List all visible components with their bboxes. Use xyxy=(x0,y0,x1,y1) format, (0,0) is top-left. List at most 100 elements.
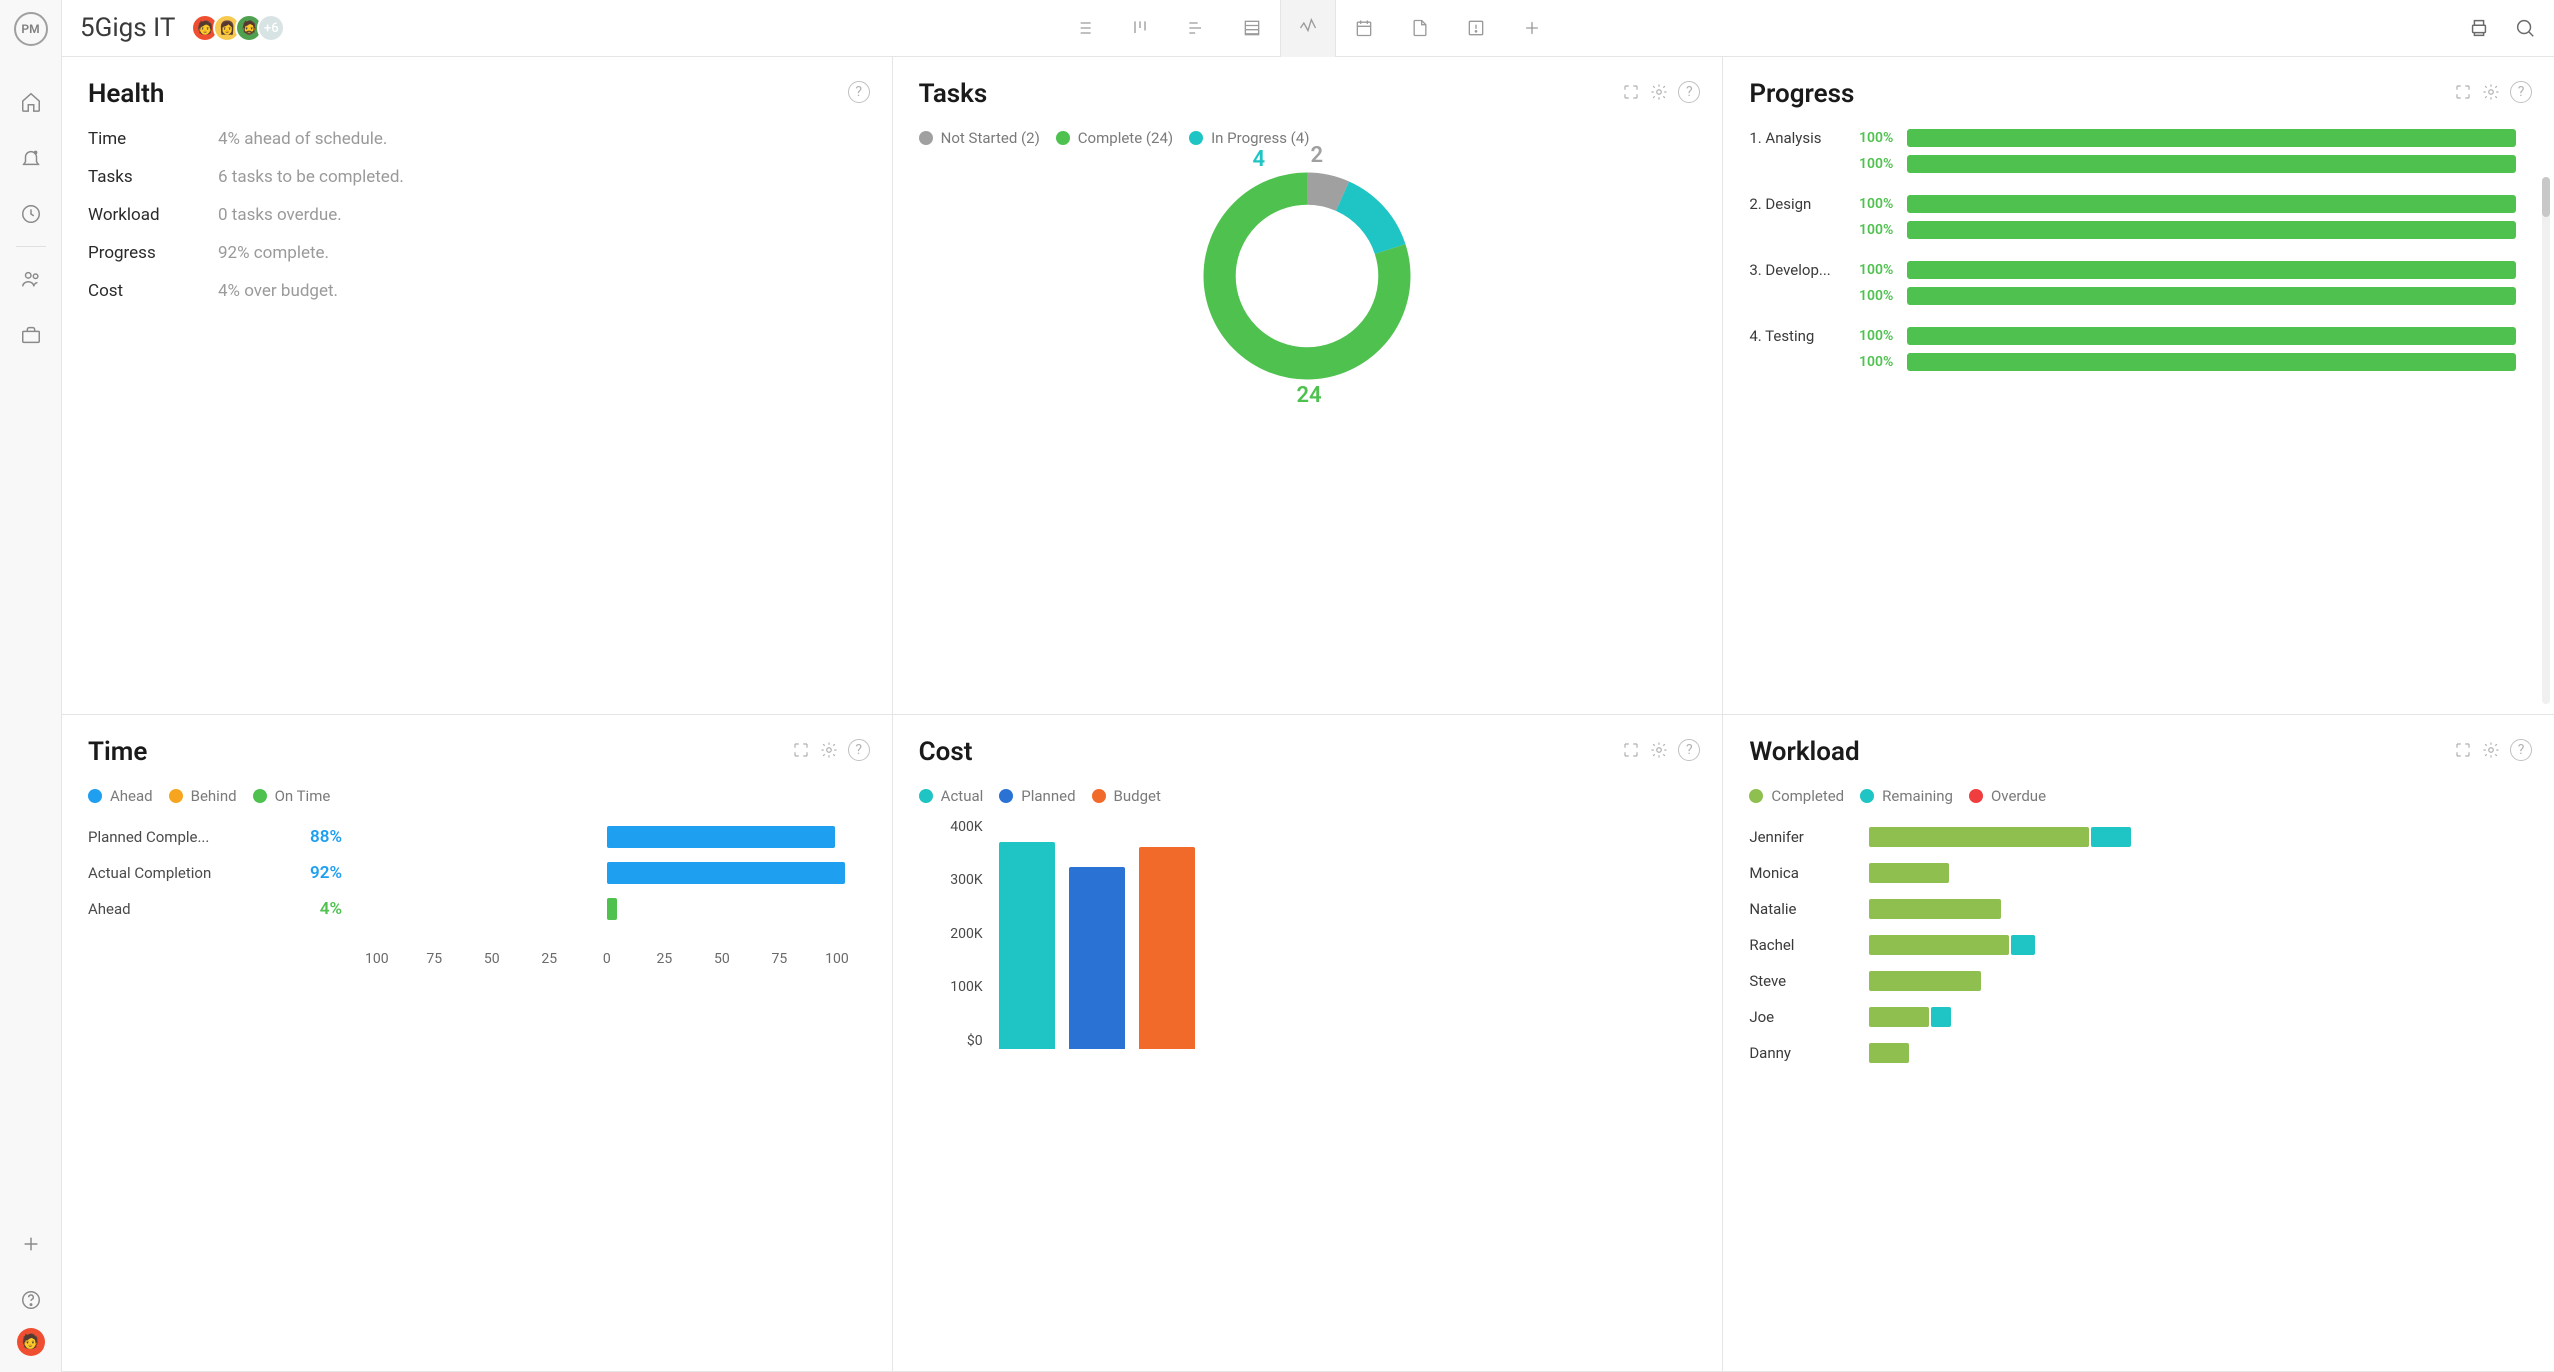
tab-add[interactable] xyxy=(1504,0,1560,57)
tab-dashboard[interactable] xyxy=(1280,0,1336,57)
donut-value: 2 xyxy=(1310,143,1323,168)
workload-row: Natalie xyxy=(1749,891,2528,927)
user-avatar[interactable]: 🧑 xyxy=(17,1328,45,1356)
scrollbar[interactable] xyxy=(2542,177,2550,704)
card-title: Health xyxy=(88,79,866,109)
card-health: Health ? Time4% ahead of schedule.Tasks6… xyxy=(62,57,893,715)
workload-row: Steve xyxy=(1749,963,2528,999)
progress-row: 100% xyxy=(1749,353,2516,371)
health-value: 6 tasks to be completed. xyxy=(218,167,866,187)
time-row: Planned Comple...88% xyxy=(88,819,866,855)
workload-row: Joe xyxy=(1749,999,2528,1035)
card-progress: Progress ? 1. Analysis100% 100% 2. Design1… xyxy=(1723,57,2554,715)
help-icon[interactable]: ? xyxy=(848,739,870,761)
legend-item: Actual xyxy=(919,787,984,805)
legend-item: Overdue xyxy=(1969,787,2046,805)
card-title: Tasks xyxy=(919,79,1697,109)
health-label: Progress xyxy=(88,243,218,263)
tasks-donut: 2424 xyxy=(1192,161,1422,391)
legend-item: Ahead xyxy=(88,787,153,805)
progress-row: 100% xyxy=(1749,221,2516,239)
progress-row: 100% xyxy=(1749,155,2516,173)
workload-row: Jennifer xyxy=(1749,819,2528,855)
tab-list[interactable] xyxy=(1056,0,1112,57)
tab-gantt[interactable] xyxy=(1168,0,1224,57)
view-tabs xyxy=(1056,0,1560,57)
sidebar: PM 🧑 xyxy=(0,0,62,1372)
print-icon[interactable] xyxy=(2468,17,2490,39)
workload-row: Rachel xyxy=(1749,927,2528,963)
help-icon[interactable] xyxy=(0,1272,62,1328)
app-logo[interactable]: PM xyxy=(14,12,48,46)
progress-row: 4. Testing100% xyxy=(1749,327,2516,345)
card-title: Time xyxy=(88,737,866,767)
card-tasks: Tasks ? Not Started (2) Complete (24) In P… xyxy=(893,57,1724,715)
legend-item: Completed xyxy=(1749,787,1844,805)
health-value: 92% complete. xyxy=(218,243,866,263)
card-workload: Workload ? Completed Remaining Overdue Jen… xyxy=(1723,715,2554,1372)
gear-icon[interactable] xyxy=(2482,741,2500,759)
help-icon[interactable]: ? xyxy=(848,81,870,103)
project-title: 5Gigs IT xyxy=(80,13,175,43)
card-cost: Cost ? ActualPlannedBudget 400K300K200K1… xyxy=(893,715,1724,1372)
time-row: Ahead4% xyxy=(88,891,866,927)
help-icon[interactable]: ? xyxy=(1678,81,1700,103)
recent-icon[interactable] xyxy=(0,186,62,242)
legend-item: Remaining xyxy=(1860,787,1953,805)
time-row: Actual Completion92% xyxy=(88,855,866,891)
legend-item: Budget xyxy=(1092,787,1161,805)
expand-icon[interactable] xyxy=(1622,741,1640,759)
progress-row: 3. Develop...100% xyxy=(1749,261,2516,279)
add-icon[interactable] xyxy=(0,1216,62,1272)
health-label: Time xyxy=(88,129,218,149)
tab-sheet[interactable] xyxy=(1224,0,1280,57)
help-icon[interactable]: ? xyxy=(2510,81,2532,103)
card-title: Cost xyxy=(919,737,1697,767)
help-icon[interactable]: ? xyxy=(2510,739,2532,761)
notifications-icon[interactable] xyxy=(0,130,62,186)
health-value: 4% over budget. xyxy=(218,281,866,301)
tab-board[interactable] xyxy=(1112,0,1168,57)
card-time: Time ? AheadBehindOn Time Planned Comple… xyxy=(62,715,893,1372)
legend-item: On Time xyxy=(253,787,331,805)
gear-icon[interactable] xyxy=(1650,741,1668,759)
home-icon[interactable] xyxy=(0,74,62,130)
cost-bar xyxy=(1069,867,1125,1048)
tab-risks[interactable] xyxy=(1448,0,1504,57)
portfolio-icon[interactable] xyxy=(0,307,62,363)
health-label: Workload xyxy=(88,205,218,225)
dashboard: Health ? Time4% ahead of schedule.Tasks6… xyxy=(62,57,2554,1372)
tab-calendar[interactable] xyxy=(1336,0,1392,57)
legend-item: In Progress (4) xyxy=(1189,129,1309,147)
tab-files[interactable] xyxy=(1392,0,1448,57)
help-icon[interactable]: ? xyxy=(1678,739,1700,761)
cost-bar xyxy=(1139,847,1195,1048)
expand-icon[interactable] xyxy=(1622,83,1640,101)
health-value: 4% ahead of schedule. xyxy=(218,129,866,149)
legend-item: Not Started (2) xyxy=(919,129,1040,147)
progress-row: 1. Analysis100% xyxy=(1749,129,2516,147)
card-title: Progress xyxy=(1749,79,2528,109)
team-icon[interactable] xyxy=(0,251,62,307)
progress-row: 100% xyxy=(1749,287,2516,305)
search-icon[interactable] xyxy=(2514,17,2536,39)
gear-icon[interactable] xyxy=(2482,83,2500,101)
donut-value: 24 xyxy=(1296,383,1321,408)
legend-item: Complete (24) xyxy=(1056,129,1173,147)
more-members-badge[interactable]: +6 xyxy=(257,14,285,42)
member-avatars[interactable]: 🧑 👩 🧔 +6 xyxy=(191,14,285,42)
health-label: Tasks xyxy=(88,167,218,187)
progress-row: 2. Design100% xyxy=(1749,195,2516,213)
expand-icon[interactable] xyxy=(2454,741,2472,759)
expand-icon[interactable] xyxy=(2454,83,2472,101)
health-label: Cost xyxy=(88,281,218,301)
cost-bar xyxy=(999,842,1055,1049)
workload-row: Danny xyxy=(1749,1035,2528,1069)
workload-row: Monica xyxy=(1749,855,2528,891)
topbar: 5Gigs IT 🧑 👩 🧔 +6 xyxy=(62,0,2554,57)
gear-icon[interactable] xyxy=(820,741,838,759)
gear-icon[interactable] xyxy=(1650,83,1668,101)
expand-icon[interactable] xyxy=(792,741,810,759)
card-title: Workload xyxy=(1749,737,2528,767)
health-value: 0 tasks overdue. xyxy=(218,205,866,225)
